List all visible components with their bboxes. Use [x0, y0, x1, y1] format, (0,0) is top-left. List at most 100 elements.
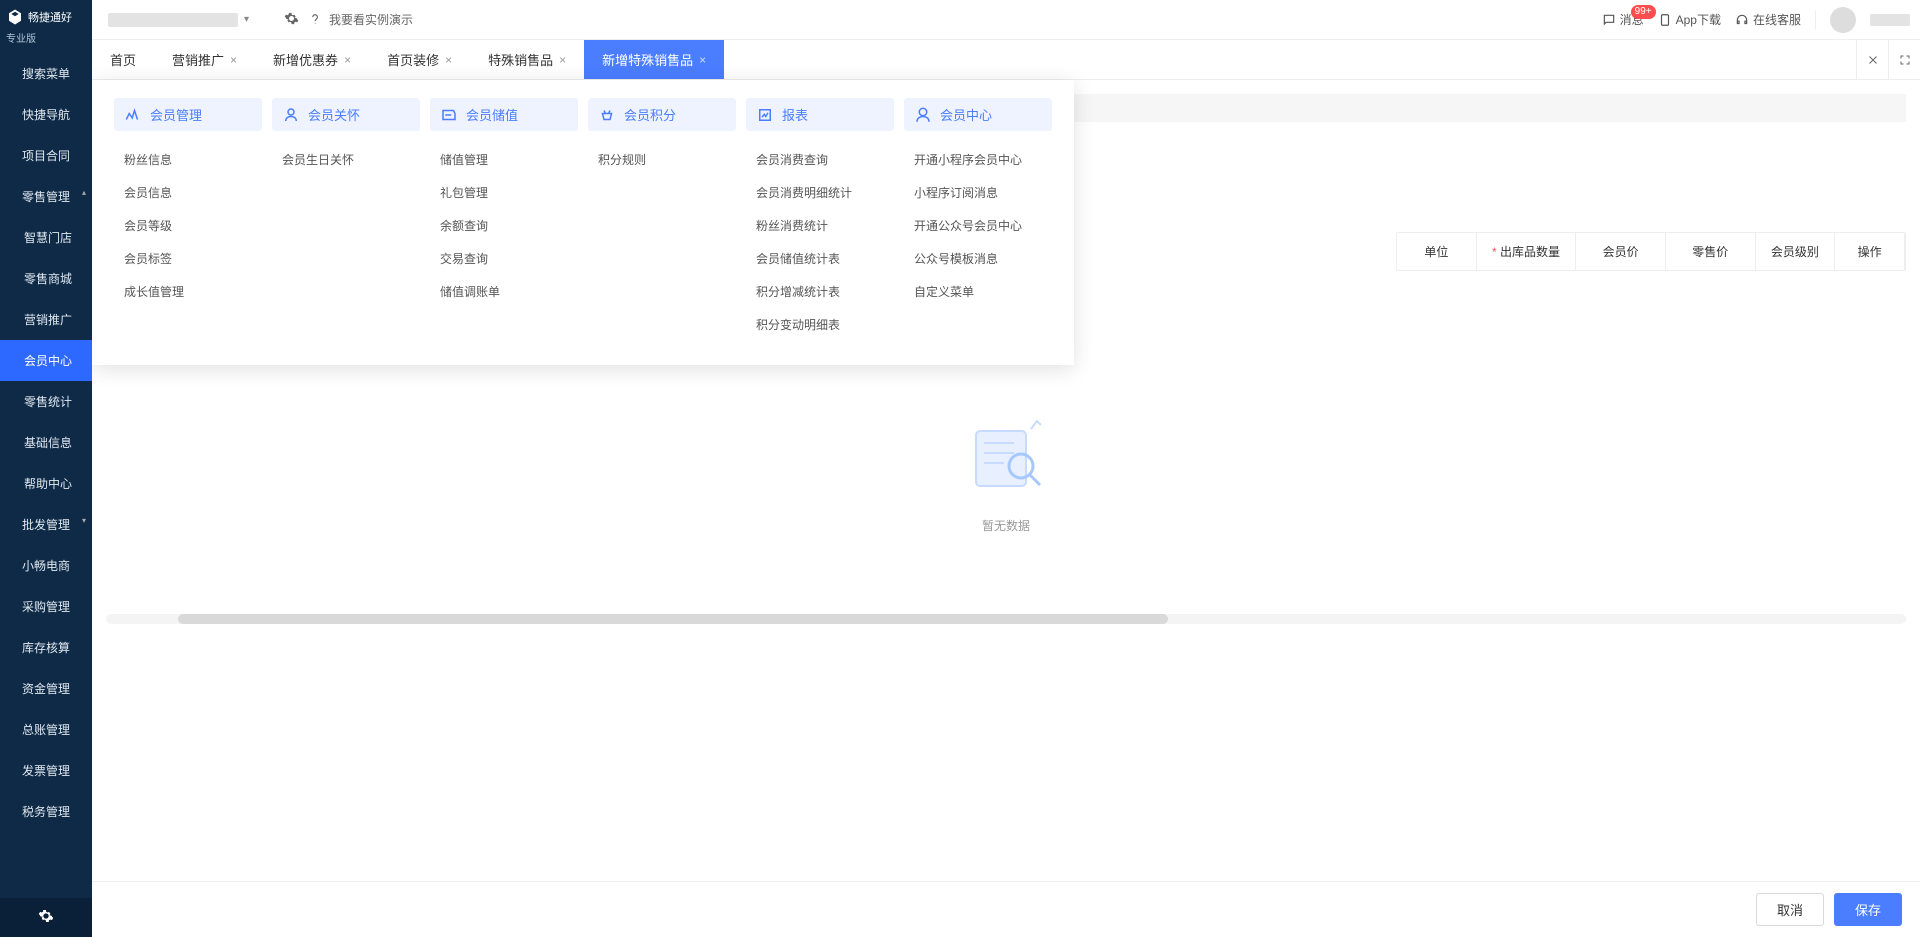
avatar[interactable] — [1830, 7, 1856, 33]
tab-5[interactable]: 新增特殊销售品× — [584, 40, 724, 79]
tab-1[interactable]: 营销推广 × — [154, 40, 255, 79]
close-icon[interactable]: × — [230, 53, 237, 67]
mega-link-1-0[interactable]: 会员生日关怀 — [272, 143, 420, 176]
table-header: 单位出库品数量会员价零售价会员级别操作 — [1396, 232, 1906, 271]
fullscreen-button[interactable] — [1888, 40, 1920, 79]
tab-0[interactable]: 首页 — [92, 40, 154, 79]
tab-label: 新增优惠券 — [273, 50, 338, 69]
chevron-down-icon: ▾ — [244, 14, 249, 25]
mega-link-0-2[interactable]: 会员等级 — [114, 209, 262, 242]
mega-link-5-2[interactable]: 开通公众号会员中心 — [904, 209, 1052, 242]
mega-link-2-2[interactable]: 余额查询 — [430, 209, 578, 242]
mega-link-2-4[interactable]: 储值调账单 — [430, 275, 578, 308]
mega-link-5-4[interactable]: 自定义菜单 — [904, 275, 1052, 308]
save-button[interactable]: 保存 — [1834, 893, 1902, 926]
mega-heading-2[interactable]: 会员储值 — [430, 98, 578, 131]
table-column-4: 会员级别 — [1756, 233, 1836, 270]
sidebar-item-16[interactable]: 总账管理 — [0, 709, 92, 750]
close-icon[interactable]: × — [445, 53, 452, 67]
sidebar-item-4[interactable]: 智慧门店 — [0, 217, 92, 258]
tabbar: 首页营销推广×新增优惠券×首页装修×特殊销售品×新增特殊销售品× — [92, 40, 1920, 80]
cancel-button[interactable]: 取消 — [1756, 893, 1824, 926]
sidebar-settings[interactable] — [0, 898, 92, 937]
sidebar-item-3[interactable]: 零售管理 — [0, 176, 92, 217]
sidebar-item-17[interactable]: 发票管理 — [0, 750, 92, 791]
close-all-tabs[interactable] — [1856, 40, 1888, 79]
category-icon — [440, 106, 458, 124]
mega-link-2-3[interactable]: 交易查询 — [430, 242, 578, 275]
mega-link-4-2[interactable]: 粉丝消费统计 — [746, 209, 894, 242]
empty-text: 暂无数据 — [982, 517, 1030, 534]
sidebar-item-15[interactable]: 资金管理 — [0, 668, 92, 709]
mega-link-0-1[interactable]: 会员信息 — [114, 176, 262, 209]
mega-heading-3[interactable]: 会员积分 — [588, 98, 736, 131]
sidebar-menu: 搜索菜单快捷导航项目合同零售管理智慧门店零售商城营销推广会员中心零售统计基础信息… — [0, 53, 92, 898]
scrollbar-thumb[interactable] — [178, 614, 1168, 624]
sidebar-item-1[interactable]: 快捷导航 — [0, 94, 92, 135]
settings-button[interactable] — [280, 7, 303, 33]
empty-icon — [956, 411, 1056, 501]
mega-link-5-0[interactable]: 开通小程序会员中心 — [904, 143, 1052, 176]
brand-logo: 畅捷通好 — [0, 0, 92, 30]
mega-link-4-4[interactable]: 积分增减统计表 — [746, 275, 894, 308]
message-button[interactable]: 消息 99+ — [1602, 11, 1644, 28]
mega-link-3-0[interactable]: 积分规则 — [588, 143, 736, 176]
tab-3[interactable]: 首页装修× — [369, 40, 470, 79]
tab-label: 特殊销售品 — [488, 50, 553, 69]
close-icon[interactable]: × — [699, 53, 706, 67]
table-column-5: 操作 — [1835, 233, 1905, 270]
mega-link-5-3[interactable]: 公众号模板消息 — [904, 242, 1052, 275]
sidebar-item-8[interactable]: 零售统计 — [0, 381, 92, 422]
tab-2[interactable]: 新增优惠券 × — [255, 40, 369, 79]
horizontal-scrollbar[interactable] — [106, 614, 1906, 624]
mega-heading-4[interactable]: 报表 — [746, 98, 894, 131]
table-column-2: 会员价 — [1576, 233, 1666, 270]
headset-icon — [1735, 13, 1749, 27]
demo-link[interactable]: 我要看实例演示 — [311, 11, 413, 28]
sidebar-item-7[interactable]: 会员中心 — [0, 340, 92, 381]
category-icon — [282, 106, 300, 124]
mega-link-4-3[interactable]: 会员储值统计表 — [746, 242, 894, 275]
mega-link-4-0[interactable]: 会员消费查询 — [746, 143, 894, 176]
category-icon — [598, 106, 616, 124]
mega-link-0-3[interactable]: 会员标签 — [114, 242, 262, 275]
sidebar-item-5[interactable]: 零售商城 — [0, 258, 92, 299]
tab-label: 营销推广 — [172, 50, 224, 69]
close-icon[interactable]: × — [344, 53, 351, 67]
sidebar-item-12[interactable]: 小畅电商 — [0, 545, 92, 586]
gear-icon — [284, 11, 299, 26]
category-icon — [914, 106, 932, 124]
sidebar-item-13[interactable]: 采购管理 — [0, 586, 92, 627]
logo-icon — [6, 8, 24, 26]
mega-link-0-0[interactable]: 粉丝信息 — [114, 143, 262, 176]
sidebar-item-0[interactable]: 搜索菜单 — [0, 53, 92, 94]
mega-heading-1[interactable]: 会员关怀 — [272, 98, 420, 131]
mega-link-2-1[interactable]: 礼包管理 — [430, 176, 578, 209]
mega-heading-0[interactable]: 会员管理 — [114, 98, 262, 131]
mega-link-0-4[interactable]: 成长值管理 — [114, 275, 262, 308]
sidebar-item-6[interactable]: 营销推广 — [0, 299, 92, 340]
sidebar-item-18[interactable]: 税务管理 — [0, 791, 92, 832]
app-download-button[interactable]: App下载 — [1658, 11, 1721, 28]
sidebar-item-10[interactable]: 帮助中心 — [0, 463, 92, 504]
sidebar-item-14[interactable]: 库存核算 — [0, 627, 92, 668]
mega-menu: 会员管理粉丝信息会员信息会员等级会员标签成长值管理 会员关怀会员生日关怀 会员储值储… — [92, 80, 1074, 365]
online-cs-button[interactable]: 在线客服 — [1735, 11, 1801, 28]
sidebar-item-2[interactable]: 项目合同 — [0, 135, 92, 176]
sidebar-item-11[interactable]: 批发管理 — [0, 504, 92, 545]
mega-link-2-0[interactable]: 储值管理 — [430, 143, 578, 176]
mega-heading-label: 会员中心 — [940, 105, 992, 124]
company-selector[interactable]: ▾ — [102, 11, 272, 29]
close-icon[interactable]: × — [559, 53, 566, 67]
mega-link-4-1[interactable]: 会员消费明细统计 — [746, 176, 894, 209]
mega-heading-label: 会员储值 — [466, 105, 518, 124]
brand-name: 畅捷通好 — [28, 9, 72, 25]
tab-4[interactable]: 特殊销售品 × — [470, 40, 584, 79]
mega-heading-5[interactable]: 会员中心 — [904, 98, 1052, 131]
mega-link-5-1[interactable]: 小程序订阅消息 — [904, 176, 1052, 209]
mega-link-4-5[interactable]: 积分变动明细表 — [746, 308, 894, 341]
expand-icon — [1899, 54, 1911, 66]
sidebar-item-9[interactable]: 基础信息 — [0, 422, 92, 463]
close-icon — [1867, 54, 1879, 66]
footer: 取消 保存 — [92, 881, 1920, 937]
